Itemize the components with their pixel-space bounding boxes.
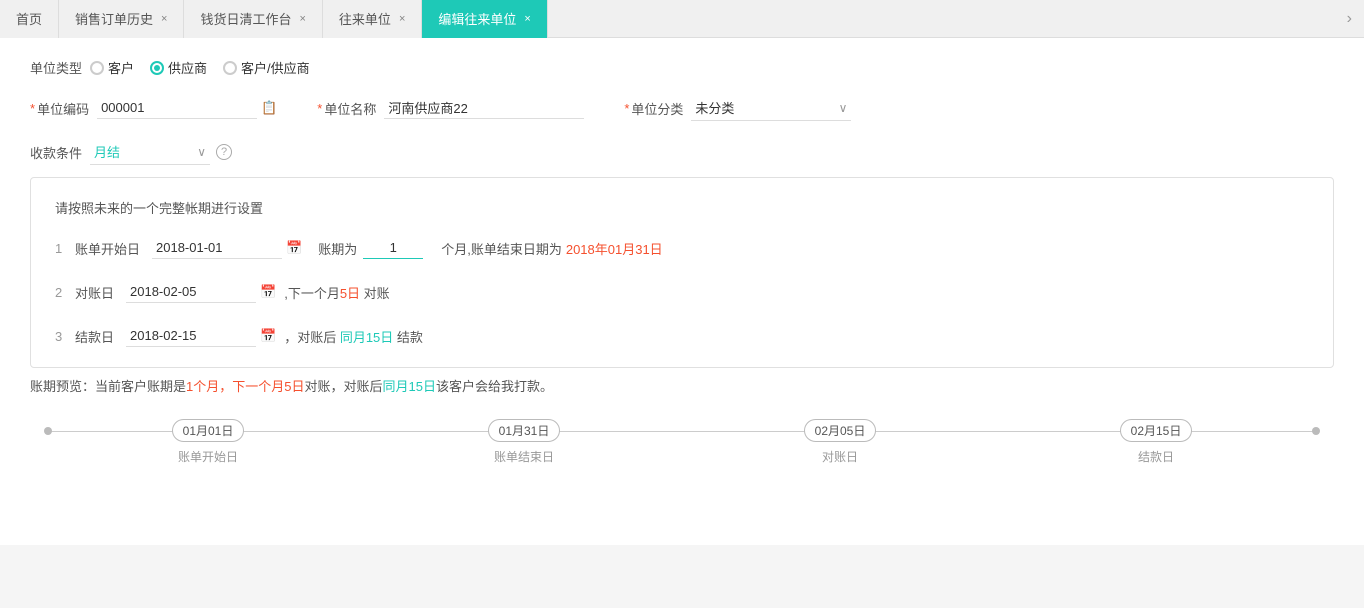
timeline-sub-2: 账单结束日	[494, 448, 554, 465]
timeline-sub-4: 结款日	[1138, 448, 1174, 465]
radio-customer[interactable]: 客户	[90, 58, 134, 77]
unit-fields-row: * 单位编码 📋 * 单位名称 * 单位分类 未分类 ∨	[30, 95, 1334, 121]
unit-name-group: * 单位名称	[317, 97, 584, 119]
calendar-icon-2[interactable]: 📅	[260, 284, 276, 300]
preview-part3: 对账，对账后	[304, 379, 382, 394]
timeline-sub-1: 账单开始日	[178, 448, 238, 465]
unit-category-chevron-icon: ∨	[839, 101, 848, 115]
payment-condition-select[interactable]: 月结 ∨	[90, 139, 210, 165]
period-account-date-input[interactable]	[126, 281, 256, 303]
period-row-2: 2 对账日 📅 ,下一个月5日 对账	[55, 281, 1309, 303]
timeline-sub-3: 对账日	[822, 448, 858, 465]
period-months-input[interactable]	[363, 237, 423, 259]
unit-code-label: 单位编码	[37, 99, 89, 118]
period-label-3: 结款日	[75, 327, 114, 346]
unit-category-group: * 单位分类 未分类 ∨	[624, 95, 851, 121]
radio-supplier-label: 供应商	[168, 58, 207, 77]
period-num-2: 2	[55, 285, 75, 300]
unit-type-label: 单位类型	[30, 58, 82, 77]
timeline-badge-3: 02月05日	[804, 419, 877, 442]
tab-edit-partner[interactable]: 编辑往来单位 ×	[422, 0, 547, 38]
period-num-1: 1	[55, 241, 75, 256]
timeline-point-2: 01月31日 账单结束日	[488, 419, 561, 465]
tab-more-button[interactable]: ›	[1335, 10, 1364, 28]
unit-type-row: 单位类型 客户 供应商 客户/供应商	[30, 58, 1334, 77]
unit-name-star: *	[317, 101, 322, 116]
radio-both-circle	[223, 61, 237, 75]
preview-text: 账期预览：当前客户账期是1个月，下一个月5日对账，对账后同月15日该客户会给我打…	[30, 376, 1334, 395]
unit-category-select[interactable]: 未分类 ∨	[691, 95, 851, 121]
tab-home[interactable]: 首页	[0, 0, 59, 38]
timeline-point-1: 01月01日 账单开始日	[172, 419, 245, 465]
calendar-icon-1[interactable]: 📅	[286, 240, 302, 256]
close-tab-edit-partner[interactable]: ×	[524, 13, 530, 25]
main-content: 单位类型 客户 供应商 客户/供应商 * 单位编码 📋 * 单位名称	[0, 38, 1364, 545]
unit-code-icon[interactable]: 📋	[261, 100, 277, 116]
period-row-1: 1 账单开始日 📅 账期为 个月,账单结束日期为 2018年01月31日	[55, 237, 1309, 259]
help-icon[interactable]: ?	[216, 144, 232, 160]
period-box: 请按照未来的一个完整帐期进行设置 1 账单开始日 📅 账期为 个月,账单结束日期…	[30, 177, 1334, 368]
close-tab-partner-units[interactable]: ×	[399, 13, 405, 25]
radio-supplier-circle	[150, 61, 164, 75]
radio-both[interactable]: 客户/供应商	[223, 58, 310, 77]
unit-type-radio-group: 客户 供应商 客户/供应商	[90, 58, 310, 77]
period-row-3: 3 结款日 📅 ，对账后 同月15日 结款	[55, 325, 1309, 347]
period-desc-suffix-1: 个月,账单结束日期为	[441, 239, 562, 258]
period-desc-2: ,下一个月5日 对账	[284, 283, 389, 302]
preview-part5: 该客户会给我打款。	[436, 379, 553, 394]
period-payment-date-input[interactable]	[126, 325, 256, 347]
tab-sales-history[interactable]: 销售订单历史 ×	[59, 0, 184, 38]
radio-customer-circle	[90, 61, 104, 75]
unit-category-value: 未分类	[695, 98, 834, 117]
timeline-badge-1: 01月01日	[172, 419, 245, 442]
period-desc-prefix-1: 账期为	[318, 239, 357, 258]
timeline-point-4: 02月15日 结款日	[1120, 419, 1193, 465]
calendar-icon-3[interactable]: 📅	[260, 328, 276, 344]
payment-condition-value: 月结	[94, 142, 193, 161]
timeline-points: 01月01日 账单开始日 01月31日 账单结束日 02月05日 对账日	[50, 419, 1314, 465]
unit-category-label: 单位分类	[631, 99, 683, 118]
preview-part2: 下一个月5日	[232, 379, 304, 394]
unit-code-star: *	[30, 101, 35, 116]
payment-condition-chevron-icon: ∨	[197, 145, 206, 159]
timeline-wrapper: 01月01日 账单开始日 01月31日 账单结束日 02月05日 对账日	[30, 419, 1334, 505]
timeline-point-3: 02月05日 对账日	[804, 419, 877, 465]
close-tab-sales-history[interactable]: ×	[161, 13, 167, 25]
unit-code-group: * 单位编码 📋	[30, 97, 277, 119]
radio-customer-label: 客户	[108, 58, 134, 77]
payment-condition-label: 收款条件	[30, 143, 82, 162]
period-box-title: 请按照未来的一个完整帐期进行设置	[55, 198, 1309, 217]
tab-bar: 首页 销售订单历史 × 钱货日清工作台 × 往来单位 × 编辑往来单位 × ›	[0, 0, 1364, 38]
preview-part1: 1个月，	[186, 379, 232, 394]
timeline-badge-4: 02月15日	[1120, 419, 1193, 442]
close-tab-cash-workbench[interactable]: ×	[299, 13, 305, 25]
radio-supplier[interactable]: 供应商	[150, 58, 207, 77]
period-desc-3: ，对账后 同月15日 结款	[284, 327, 423, 346]
tab-cash-workbench[interactable]: 钱货日清工作台 ×	[184, 0, 322, 38]
unit-code-input[interactable]	[97, 97, 257, 119]
preview-section: 账期预览：当前客户账期是1个月，下一个月5日对账，对账后同月15日该客户会给我打…	[30, 368, 1334, 525]
period-num-3: 3	[55, 329, 75, 344]
radio-both-label: 客户/供应商	[241, 58, 310, 77]
period-label-2: 对账日	[75, 283, 114, 302]
period-label-1: 账单开始日	[75, 239, 140, 258]
period-start-date-input[interactable]	[152, 237, 282, 259]
tab-partner-units[interactable]: 往来单位 ×	[323, 0, 422, 38]
period-end-date: 2018年01月31日	[566, 239, 663, 258]
unit-name-input[interactable]	[384, 97, 584, 119]
unit-name-label: 单位名称	[324, 99, 376, 118]
preview-part4: 同月15日	[383, 379, 436, 394]
unit-category-star: *	[624, 101, 629, 116]
payment-condition-row: 收款条件 月结 ∨ ?	[30, 139, 1334, 165]
preview-label: 账期预览：当前客户账期是	[30, 379, 186, 394]
timeline-badge-2: 01月31日	[488, 419, 561, 442]
